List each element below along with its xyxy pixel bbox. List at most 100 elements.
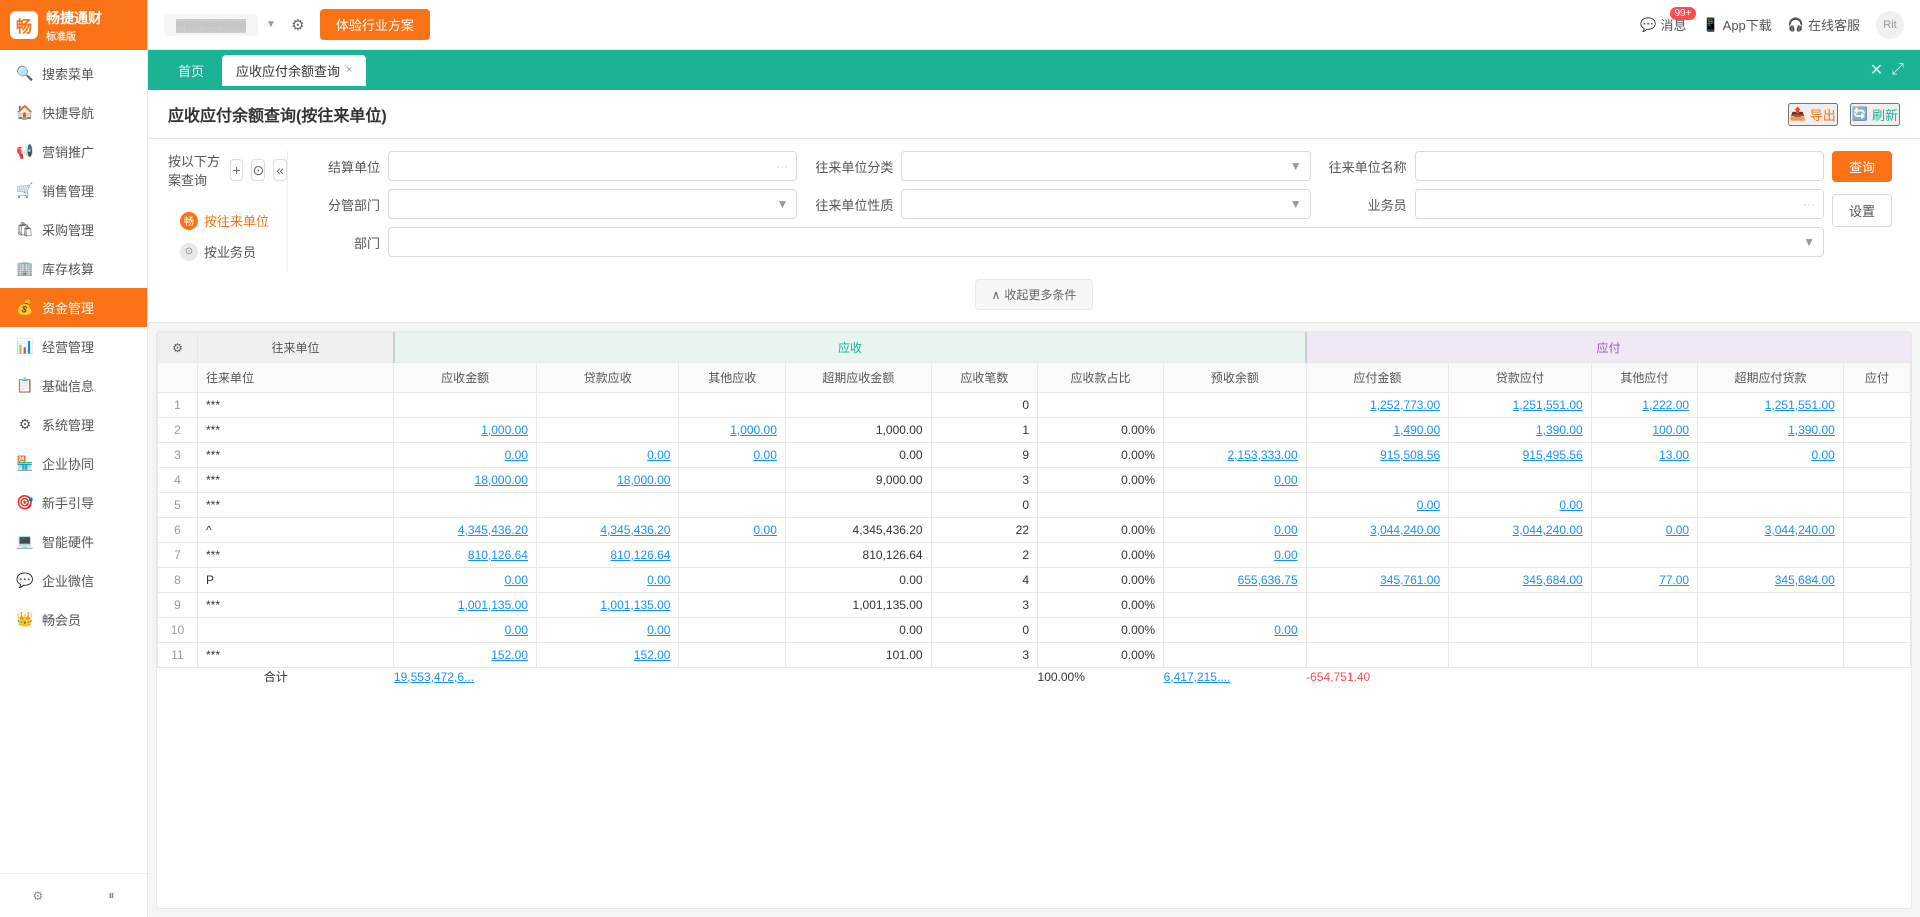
total-recv-amt[interactable]: 19,553,472,6...	[394, 668, 537, 686]
online-service-btn[interactable]: 🎧 在线客服	[1788, 15, 1860, 34]
chevron-icon-2: ▼	[776, 197, 788, 211]
close-window-icon[interactable]: ✕	[1870, 60, 1883, 80]
sales-icon: 🛒	[16, 182, 34, 199]
avatar[interactable]: Rit	[1876, 11, 1904, 39]
settings-header[interactable]: ⚙	[158, 333, 198, 363]
search-icon: 🔍	[16, 65, 34, 82]
scheme-item-by-unit[interactable]: 畅 按往来单位	[168, 205, 287, 236]
sidebar-item-quick[interactable]: 🏠 快捷导航	[0, 93, 147, 132]
page-actions: 📤 导出 🔄 刷新	[1788, 103, 1900, 126]
scheme-icon-unit: 畅	[180, 212, 198, 230]
maximize-icon[interactable]: ⤢	[1891, 61, 1904, 79]
tab-receivable-label: 应收应付余额查询	[236, 61, 340, 80]
sidebar-item-member[interactable]: 👑 畅会员	[0, 600, 147, 639]
filter-input-category[interactable]: ▼	[901, 151, 1310, 181]
settings-filter-btn[interactable]: ⊙	[251, 159, 265, 181]
th-prepay: 预收余额	[1164, 363, 1307, 393]
table-footer: 合计 19,553,472,6... 100.00% 6,417,215....…	[158, 668, 1911, 686]
sidebar-item-basic[interactable]: 📋 基础信息	[0, 366, 147, 405]
filter-label-salesman: 业务员	[1327, 195, 1407, 214]
app-download-label: App下载	[1723, 15, 1772, 34]
total-other-pay	[1591, 668, 1697, 686]
page-title: 应收应付余额查询(按往来单位)	[168, 102, 387, 126]
sidebar-item-corp[interactable]: 🏪 企业协同	[0, 444, 147, 483]
export-button[interactable]: 📤 导出	[1788, 103, 1838, 126]
collapse-conditions-btn[interactable]: ∧ 收起更多条件	[975, 279, 1094, 310]
sidebar-item-search[interactable]: 🔍 搜索菜单	[0, 54, 147, 93]
sidebar-item-marketing[interactable]: 📢 营销推广	[0, 132, 147, 171]
message-btn[interactable]: 💬 消息 99+	[1640, 15, 1686, 34]
collapse-btn[interactable]: ⏸	[102, 882, 120, 909]
table-body: 1***01,252,773.001,251,551.001,222.001,2…	[158, 393, 1911, 668]
sidebar-item-label: 系统管理	[42, 415, 94, 434]
filter-item-nature: 往来单位性质 ▼	[813, 189, 1310, 219]
chevron-icon-3: ▼	[1290, 197, 1302, 211]
sidebar-item-finance[interactable]: 💰 资金管理	[0, 288, 147, 327]
filter-input-name[interactable]	[1415, 151, 1824, 181]
home-icon: 🏠	[16, 104, 34, 121]
table-row: 2***1,000.001,000.001,000.0010.00%1,490.…	[158, 418, 1911, 443]
sidebar-item-label: 企业协同	[42, 454, 94, 473]
query-button[interactable]: 查询	[1832, 151, 1892, 182]
gear-button[interactable]: ⚙	[284, 11, 312, 39]
sidebar-item-inventory[interactable]: 🏢 库存核算	[0, 249, 147, 288]
filter-input-dept[interactable]: ▼	[388, 189, 797, 219]
filter-scheme: 按以下方案查询 + ⊙ « 畅 按往来单位 ⊙ 按业务员	[168, 151, 288, 271]
sidebar-item-label: 快捷导航	[42, 103, 94, 122]
table-row: 100.000.000.0000.00%0.00	[158, 618, 1911, 643]
sidebar-item-operation[interactable]: 📊 经营管理	[0, 327, 147, 366]
industry-btn[interactable]: 体验行业方案	[320, 9, 430, 40]
col-header-row: 往来单位 应收金额 贷款应收 其他应收 超期应收金额 应收笔数 应收款占比 预收…	[158, 363, 1911, 393]
download-icon: 📱	[1702, 17, 1718, 33]
member-icon: 👑	[16, 611, 34, 628]
tab-home-label: 首页	[178, 61, 204, 80]
breadcrumb-area: ▓▓▓▓▓▓▓▓ ▼ ⚙ 体验行业方案	[164, 9, 1628, 40]
tab-close-icon[interactable]: ×	[346, 64, 352, 76]
collapse-filter-btn[interactable]: «	[273, 159, 287, 181]
chevron-icon-1: ▼	[1290, 159, 1302, 173]
total-recv-count	[931, 668, 1037, 686]
filter-input-department[interactable]: ▼	[388, 227, 1824, 257]
total-row: 合计 19,553,472,6... 100.00% 6,417,215....…	[158, 668, 1911, 686]
sidebar-item-label: 营销推广	[42, 142, 94, 161]
th-loan-pay: 贷款应付	[1449, 363, 1592, 393]
sidebar-item-sales[interactable]: 🛒 销售管理	[0, 171, 147, 210]
app-download-btn[interactable]: 📱 App下载	[1702, 15, 1771, 34]
filter-input-nature[interactable]: ▼	[901, 189, 1310, 219]
sidebar-item-label: 经营管理	[42, 337, 94, 356]
basic-icon: 📋	[16, 377, 34, 394]
tab-home[interactable]: 首页	[164, 55, 218, 86]
filter-label-category: 往来单位分类	[813, 157, 893, 176]
set-button[interactable]: 设置	[1832, 194, 1892, 227]
th-recv-count: 应收笔数	[931, 363, 1037, 393]
filter-item-department: 部门 ▼	[300, 227, 1824, 257]
table-row: 8P0.000.000.0040.00%655,636.75345,761.00…	[158, 568, 1911, 593]
payable-group-header: 应付	[1306, 333, 1910, 363]
sidebar-item-purchase[interactable]: 🛍 采购管理	[0, 210, 147, 249]
tab-receivable[interactable]: 应收应付余额查询 ×	[222, 55, 366, 86]
sidebar-item-label: 采购管理	[42, 220, 94, 239]
add-filter-btn[interactable]: +	[230, 159, 244, 181]
sidebar-item-guide[interactable]: 🎯 新手引导	[0, 483, 147, 522]
filter-item-name: 往来单位名称	[1327, 151, 1824, 181]
th-loan-recv: 贷款应收	[536, 363, 679, 393]
filter-label-nature: 往来单位性质	[813, 195, 893, 214]
filter-item-category: 往来单位分类 ▼	[813, 151, 1310, 181]
filter-input-salesman[interactable]: ···	[1415, 189, 1824, 219]
refresh-button[interactable]: 🔄 刷新	[1850, 103, 1900, 126]
filter-item-unit: 结算单位 ···	[300, 151, 797, 181]
filter-item-salesman: 业务员 ···	[1327, 189, 1824, 219]
total-prepay[interactable]: 6,417,215....	[1164, 668, 1307, 686]
th-other-pay: 其他应付	[1591, 363, 1697, 393]
sidebar-item-wechat[interactable]: 💬 企业微信	[0, 561, 147, 600]
operation-icon: 📊	[16, 338, 34, 355]
sidebar-item-system[interactable]: ⚙ 系统管理	[0, 405, 147, 444]
total-loan-pay	[1449, 668, 1592, 686]
sidebar-item-label: 资金管理	[42, 298, 94, 317]
top-right: 💬 消息 99+ 📱 App下载 🎧 在线客服 Rit	[1640, 11, 1904, 39]
scheme-item-by-salesman[interactable]: ⊙ 按业务员	[168, 236, 287, 267]
sidebar-item-hardware[interactable]: 💻 智能硬件	[0, 522, 147, 561]
filter-input-unit[interactable]: ···	[388, 151, 797, 181]
collapse-label: 收起更多条件	[1004, 286, 1076, 303]
settings-bottom-btn[interactable]: ⚙	[27, 883, 50, 909]
